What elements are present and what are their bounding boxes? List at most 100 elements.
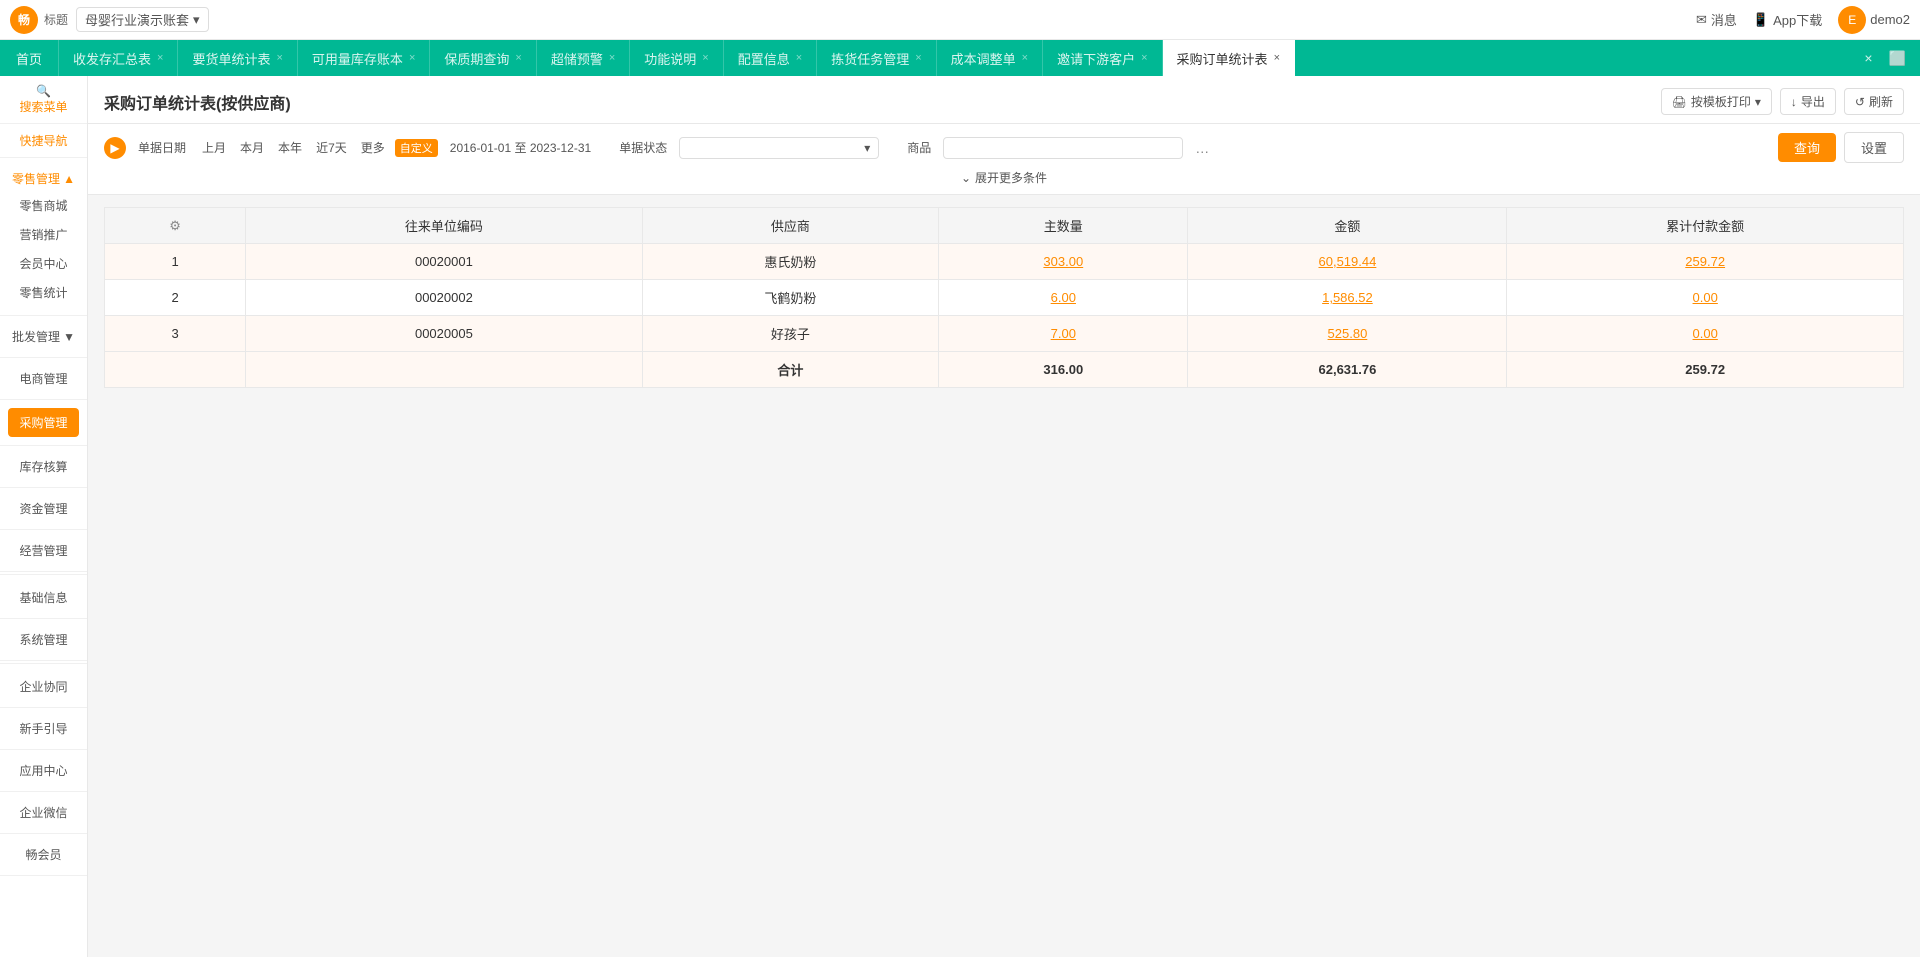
top-bar-left: 畅 标题 母婴行业演示账套 ▾ — [10, 6, 209, 34]
user-menu[interactable]: E demo2 — [1838, 6, 1910, 34]
status-label: 单据状态 — [619, 139, 667, 156]
cell-code: 00020005 — [246, 316, 643, 352]
page-title: 采购订单统计表(按供应商) — [104, 90, 291, 114]
goods-more-icon[interactable]: … — [1195, 140, 1209, 156]
tab-close-icon[interactable]: × — [515, 52, 521, 64]
footer-total-paid: 259.72 — [1507, 352, 1904, 388]
chevron-icon: ▼ — [63, 330, 75, 344]
sidebar-item-ecommerce[interactable]: 电商管理 — [4, 366, 83, 391]
close-all-tabs-button[interactable]: × — [1858, 46, 1878, 70]
sidebar-quick-nav[interactable]: 快捷导航 — [0, 124, 87, 158]
filter-toggle-button[interactable]: ▶ — [104, 137, 126, 159]
sidebar-search[interactable]: 🔍 搜索菜单 — [0, 76, 87, 124]
goods-input[interactable] — [943, 137, 1183, 159]
export-icon: ↓ — [1791, 95, 1797, 109]
logo-area: 畅 标题 — [10, 6, 68, 34]
cell-amount: 60,519.44 — [1188, 244, 1507, 280]
phone-icon: 📱 — [1753, 12, 1769, 28]
sidebar-item-inventory[interactable]: 库存核算 — [4, 454, 83, 479]
tab-gongneng[interactable]: 功能说明 × — [630, 40, 723, 76]
cell-supplier: 好孩子 — [642, 316, 938, 352]
tab-baozhi[interactable]: 保质期查询 × — [430, 40, 536, 76]
tab-yaoqing[interactable]: 邀请下游客户 × — [1043, 40, 1162, 76]
footer-total-amount: 62,631.76 — [1188, 352, 1507, 388]
cell-supplier: 飞鹤奶粉 — [642, 280, 938, 316]
tab-chaochchu[interactable]: 超储预警 × — [537, 40, 630, 76]
sidebar-section-retail-toggle[interactable]: 零售管理 ▲ — [4, 166, 83, 191]
workspace-selector[interactable]: 母婴行业演示账套 ▾ — [76, 7, 209, 32]
sidebar-item-operation[interactable]: 经营管理 — [4, 538, 83, 563]
query-button[interactable]: 查询 — [1778, 133, 1836, 162]
tab-close-icon[interactable]: × — [1274, 52, 1280, 64]
shortcut-more[interactable]: 更多 — [357, 137, 389, 158]
maximize-button[interactable]: ⬜ — [1883, 46, 1912, 71]
shortcut-this-month[interactable]: 本月 — [236, 137, 268, 158]
sidebar-item-wechat[interactable]: 企业微信 — [4, 800, 83, 825]
refresh-icon: ↺ — [1855, 95, 1865, 109]
sidebar-section-appcenter: 应用中心 — [0, 750, 87, 792]
tab-home[interactable]: 首页 — [0, 40, 59, 76]
footer-total-label: 合计 — [642, 352, 938, 388]
sidebar-item-retail-stat[interactable]: 零售统计 — [4, 278, 83, 307]
tab-close-icon[interactable]: × — [1022, 52, 1028, 64]
sidebar-item-retail-promo[interactable]: 营销推广 — [4, 220, 83, 249]
sidebar-section-purchase: 采购管理 — [0, 400, 87, 446]
chevron-down-icon: ⌄ — [961, 171, 971, 185]
sidebar-item-system[interactable]: 系统管理 — [4, 627, 83, 652]
tab-close-icon[interactable]: × — [276, 52, 282, 64]
tab-caigou-active[interactable]: 采购订单统计表 × — [1163, 40, 1295, 76]
shortcut-this-year[interactable]: 本年 — [274, 137, 306, 158]
table-footer-row: 合计 316.00 62,631.76 259.72 — [105, 352, 1904, 388]
shortcut-7days[interactable]: 近7天 — [312, 137, 351, 158]
page-header: 采购订单统计表(按供应商) 🖨 按模板打印 ▾ ↓ 导出 ↺ 刷新 — [88, 76, 1920, 124]
tab-jianhuo[interactable]: 拣货任务管理 × — [817, 40, 936, 76]
settings-icon[interactable]: ⚙ — [169, 218, 181, 233]
tab-close-icon[interactable]: × — [1141, 52, 1147, 64]
date-label: 单据日期 — [138, 139, 186, 156]
message-icon: ✉ — [1696, 12, 1707, 28]
tab-shoufa[interactable]: 收发存汇总表 × — [59, 40, 178, 76]
content-area: 采购订单统计表(按供应商) 🖨 按模板打印 ▾ ↓ 导出 ↺ 刷新 — [88, 76, 1920, 957]
tab-close-icon[interactable]: × — [409, 52, 415, 64]
sidebar-item-newbie[interactable]: 新手引导 — [4, 716, 83, 741]
sidebar-item-purchase[interactable]: 采购管理 — [8, 408, 79, 437]
table-row: 1 00020001 惠氏奶粉 303.00 60,519.44 259.72 — [105, 244, 1904, 280]
date-custom-button[interactable]: 自定义 — [395, 139, 438, 157]
tab-keyong[interactable]: 可用量库存账本 × — [298, 40, 430, 76]
sidebar-item-collab[interactable]: 企业协同 — [4, 674, 83, 699]
filter-bar: ▶ 单据日期 上月 本月 本年 近7天 更多 自定义 2016-01-01 至 … — [88, 124, 1920, 195]
tab-close-icon[interactable]: × — [915, 52, 921, 64]
shortcut-last-month[interactable]: 上月 — [198, 137, 230, 158]
tab-chengben[interactable]: 成本调整单 × — [937, 40, 1043, 76]
tab-close-icon[interactable]: × — [702, 52, 708, 64]
sidebar-section-newbie: 新手引导 — [0, 708, 87, 750]
status-select[interactable]: ▾ — [679, 137, 879, 159]
footer-empty — [105, 352, 246, 388]
sidebar-item-member[interactable]: 畅会员 — [4, 842, 83, 867]
expand-more-button[interactable]: ⌄ 展开更多条件 — [961, 169, 1047, 186]
sidebar-item-finance[interactable]: 资金管理 — [4, 496, 83, 521]
print-button[interactable]: 🖨 按模板打印 ▾ — [1661, 88, 1772, 115]
table-head: ⚙ 往来单位编码 供应商 主数量 金额 累计付款金额 — [105, 208, 1904, 244]
sidebar-section-wholesale-toggle[interactable]: 批发管理 ▼ — [4, 324, 83, 349]
tab-close-icon[interactable]: × — [157, 52, 163, 64]
message-button[interactable]: ✉ 消息 — [1696, 10, 1737, 29]
setting-button[interactable]: 设置 — [1844, 132, 1904, 163]
chevron-down-icon: ▾ — [193, 12, 200, 28]
cell-quantity: 7.00 — [939, 316, 1188, 352]
cell-supplier: 惠氏奶粉 — [642, 244, 938, 280]
sidebar-item-retail-member[interactable]: 会员中心 — [4, 249, 83, 278]
refresh-button[interactable]: ↺ 刷新 — [1844, 88, 1904, 115]
app-download-button[interactable]: 📱 App下载 — [1753, 10, 1822, 29]
sidebar-item-retail-store[interactable]: 零售商城 — [4, 191, 83, 220]
tab-peizhi[interactable]: 配置信息 × — [724, 40, 817, 76]
tab-close-icon[interactable]: × — [796, 52, 802, 64]
sidebar-item-basic[interactable]: 基础信息 — [4, 585, 83, 610]
export-button[interactable]: ↓ 导出 — [1780, 88, 1836, 115]
sidebar-item-appcenter[interactable]: 应用中心 — [4, 758, 83, 783]
tab-close-icon[interactable]: × — [609, 52, 615, 64]
sidebar: 🔍 搜索菜单 快捷导航 零售管理 ▲ 零售商城 营销推广 会员中心 零售统计 批… — [0, 76, 88, 957]
tab-yaohuo[interactable]: 要货单统计表 × — [178, 40, 297, 76]
cell-quantity: 303.00 — [939, 244, 1188, 280]
chevron-down-icon: ▾ — [864, 141, 870, 155]
